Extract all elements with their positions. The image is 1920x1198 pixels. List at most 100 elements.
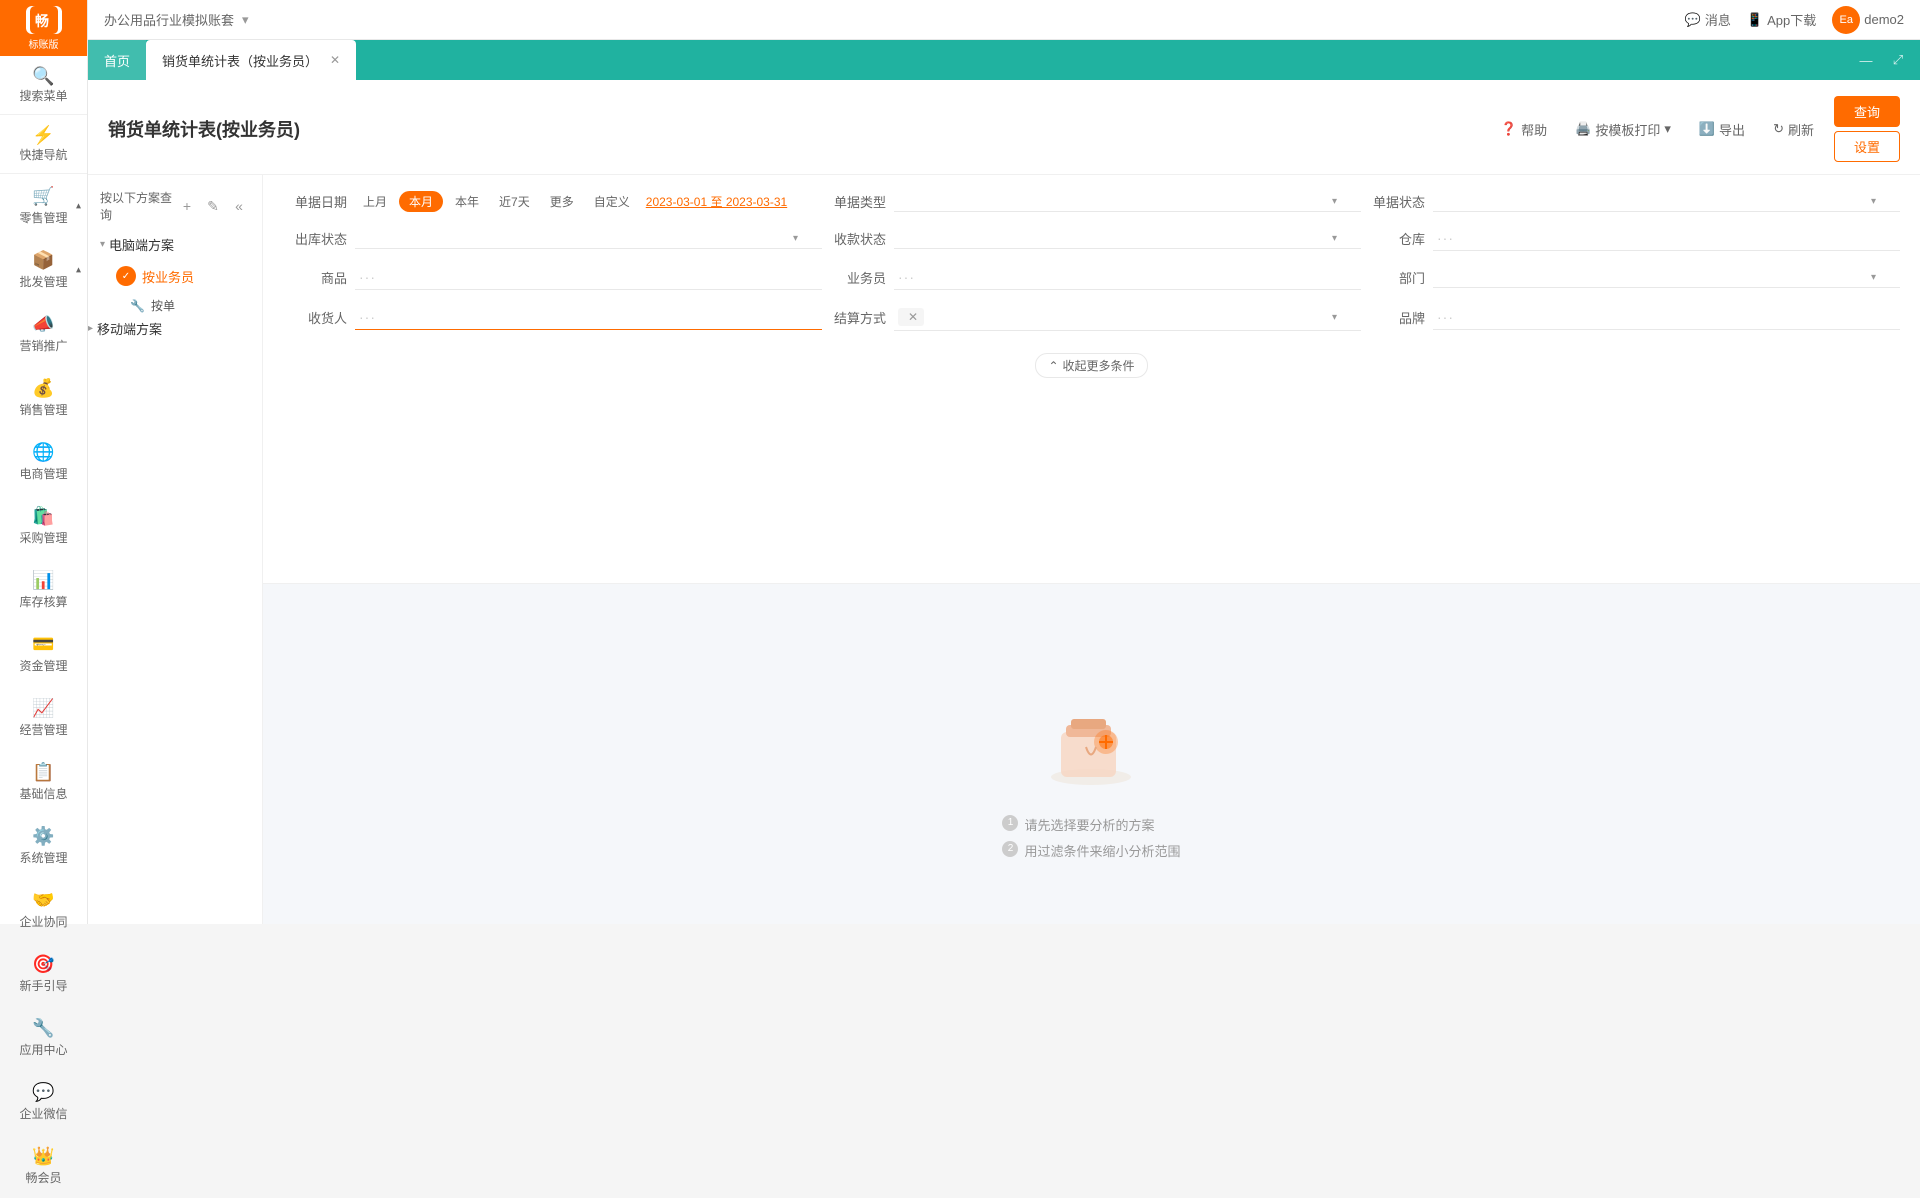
salesperson-select[interactable]: ··· xyxy=(894,265,1361,290)
sidebar-item-wholesale[interactable]: 📦 批发管理 ▴ xyxy=(0,238,87,302)
minimize-icon: — xyxy=(1860,53,1873,68)
sidebar-item-search[interactable]: 🔍 搜索菜单 xyxy=(0,56,87,115)
sidebar-retail-label: 零售管理 xyxy=(4,209,83,226)
wholesale-icon: 📦 xyxy=(4,250,83,271)
salesperson-control[interactable]: ··· xyxy=(894,265,1361,290)
consignee-input[interactable]: ··· xyxy=(355,305,822,330)
brand-control[interactable]: ··· xyxy=(1433,305,1900,330)
goods-control[interactable]: ··· xyxy=(355,265,822,290)
dept-control[interactable]: ▾ xyxy=(1433,268,1900,288)
date-tab-this-year[interactable]: 本年 xyxy=(447,191,487,212)
scheme-group-desktop-header[interactable]: ▾ 电脑端方案 xyxy=(88,229,262,260)
warehouse-select[interactable]: ··· xyxy=(1433,226,1900,251)
date-tab-7days[interactable]: 近7天 xyxy=(491,191,538,212)
sidebar-item-enterprise[interactable]: 🤝 企业协同 xyxy=(0,878,87,942)
refresh-label: 刷新 xyxy=(1788,120,1814,139)
app-download-button[interactable]: 📱 App下载 xyxy=(1747,10,1816,29)
scheme-item-by-salesperson[interactable]: ✓ 按业务员 xyxy=(88,260,262,292)
date-tab-last-month[interactable]: 上月 xyxy=(355,191,395,212)
refresh-button[interactable]: ↻ 刷新 xyxy=(1765,116,1822,143)
out-status-control[interactable]: ▾ xyxy=(355,229,822,249)
tab-max-button[interactable]: ⤢ xyxy=(1884,46,1912,74)
date-filter-control: 上月 本月 本年 近7天 更多 自定义 2023-03-01 至 2023-03… xyxy=(355,191,822,212)
print-button[interactable]: 🖨️ 按模板打印 ▾ xyxy=(1567,116,1679,143)
query-button[interactable]: 查询 xyxy=(1834,96,1900,127)
help-icon: ❓ xyxy=(1501,121,1517,137)
help-button[interactable]: ❓ 帮助 xyxy=(1493,116,1555,143)
scheme-group-mobile-header[interactable]: ▸ 移动端方案 xyxy=(88,319,262,338)
tab-home[interactable]: 首页 xyxy=(88,40,146,80)
scheme-edit-button[interactable]: ✎ xyxy=(202,195,224,217)
sidebar-item-sales[interactable]: 💰 销售管理 xyxy=(0,366,87,430)
sidebar-item-purchase[interactable]: 🛍️ 采购管理 xyxy=(0,494,87,558)
date-tab-custom[interactable]: 自定义 xyxy=(586,191,638,212)
newbie-icon: 🎯 xyxy=(4,954,83,975)
basic-icon: 📋 xyxy=(4,762,83,783)
topbar-dropdown-arrow[interactable]: ▾ xyxy=(242,12,249,28)
tab-sales-stats[interactable]: 销货单统计表（按业务员） ✕ xyxy=(146,40,356,80)
sidebar-item-newbie[interactable]: 🎯 新手引导 xyxy=(0,942,87,1006)
sidebar-item-inventory[interactable]: 📊 库存核算 xyxy=(0,558,87,622)
message-button[interactable]: 💬 消息 xyxy=(1685,10,1731,29)
tab-close-button[interactable]: ✕ xyxy=(330,53,340,67)
doc-type-select[interactable]: ▾ xyxy=(894,192,1361,212)
sales-stats-tab-label: 销货单统计表（按业务员） xyxy=(162,51,318,70)
sidebar-finance-label: 资金管理 xyxy=(4,657,83,674)
goods-select[interactable]: ··· xyxy=(355,265,822,290)
brand-dots: ··· xyxy=(1437,309,1454,325)
doc-status-select[interactable]: ▾ xyxy=(1433,192,1900,212)
collapse-button[interactable]: ⌃ 收起更多条件 xyxy=(1035,353,1147,378)
sidebar-item-wechat[interactable]: 💬 企业微信 xyxy=(0,1070,87,1134)
sidebar-item-retail[interactable]: 🛒 零售管理 ▴ xyxy=(0,174,87,238)
sidebar-item-operations[interactable]: 📈 经营管理 xyxy=(0,686,87,750)
empty-state-container: 1 请先选择要分析的方案 2 用过滤条件来缩小分析范围 xyxy=(263,583,1920,925)
sidebar-item-ecommerce[interactable]: 🌐 电商管理 xyxy=(0,430,87,494)
sidebar-item-quick[interactable]: ⚡ 快捷导航 xyxy=(0,115,87,174)
brand-select[interactable]: ··· xyxy=(1433,305,1900,330)
sidebar-item-basic[interactable]: 📋 基础信息 xyxy=(0,750,87,814)
date-tab-this-month[interactable]: 本月 xyxy=(399,191,443,212)
content-with-sidebar: 按以下方案查询 + ✎ « xyxy=(88,175,1920,924)
sidebar-item-member[interactable]: 👑 畅会员 xyxy=(0,1134,87,1198)
out-status-select[interactable]: ▾ xyxy=(355,229,822,249)
tab-min-button[interactable]: — xyxy=(1852,46,1880,74)
receipt-status-control[interactable]: ▾ xyxy=(894,229,1361,249)
filter-row-2: 出库状态 ▾ 收款状态 ▾ xyxy=(283,226,1900,251)
consignee-control[interactable]: ··· xyxy=(355,305,822,330)
filter-row-1: 单据日期 上月 本月 本年 近7天 更多 自定义 20 xyxy=(283,191,1900,212)
setting-button[interactable]: 设置 xyxy=(1834,131,1900,162)
scheme-add-button[interactable]: + xyxy=(176,195,198,217)
dept-select[interactable]: ▾ xyxy=(1433,268,1900,288)
scheme-header-icons: + ✎ « xyxy=(176,195,250,217)
export-button[interactable]: ⬇️ 导出 xyxy=(1691,116,1753,143)
settlement-control[interactable]: ✕ ▾ xyxy=(894,304,1361,331)
filter-content-area: 单据日期 上月 本月 本年 近7天 更多 自定义 20 xyxy=(263,175,1920,924)
sidebar-item-apps[interactable]: 🔧 应用中心 xyxy=(0,1006,87,1070)
date-range-display[interactable]: 2023-03-01 至 2023-03-31 xyxy=(646,193,787,210)
settlement-tag-close[interactable]: ✕ xyxy=(908,310,918,324)
scheme-group-mobile: ▸ 移动端方案 xyxy=(88,319,262,338)
scheme-item-by-order[interactable]: 🔧 按单 xyxy=(88,292,262,319)
date-tab-more[interactable]: 更多 xyxy=(542,191,582,212)
scheme-collapse-button[interactable]: « xyxy=(228,195,250,217)
warehouse-control[interactable]: ··· xyxy=(1433,226,1900,251)
user-menu[interactable]: Ea demo2 xyxy=(1832,6,1904,34)
settlement-select[interactable]: ✕ ▾ xyxy=(894,304,1361,331)
sidebar-basic-label: 基础信息 xyxy=(4,785,83,802)
doc-type-arrow: ▾ xyxy=(1332,196,1337,207)
empty-illustration xyxy=(1031,677,1151,797)
purchase-icon: 🛍️ xyxy=(4,506,83,527)
hint-text-2: 用过滤条件来缩小分析范围 xyxy=(1024,839,1180,865)
doc-type-control[interactable]: ▾ xyxy=(894,192,1361,212)
app-download-label: App下载 xyxy=(1767,10,1816,29)
sidebar-item-marketing[interactable]: 📣 营销推广 xyxy=(0,302,87,366)
search-icon: 🔍 xyxy=(8,66,79,87)
receipt-status-select[interactable]: ▾ xyxy=(894,229,1361,249)
sidebar-item-finance[interactable]: 💳 资金管理 xyxy=(0,622,87,686)
doc-status-control[interactable]: ▾ xyxy=(1433,192,1900,212)
sidebar-quick-label: 快捷导航 xyxy=(19,148,67,162)
scheme-item-order-label: 按单 xyxy=(151,297,175,314)
filter-row-3: 商品 ··· 业务员 ··· xyxy=(283,265,1900,290)
page-title: 销货单统计表(按业务员) xyxy=(108,116,300,142)
sidebar-item-system[interactable]: ⚙️ 系统管理 xyxy=(0,814,87,878)
